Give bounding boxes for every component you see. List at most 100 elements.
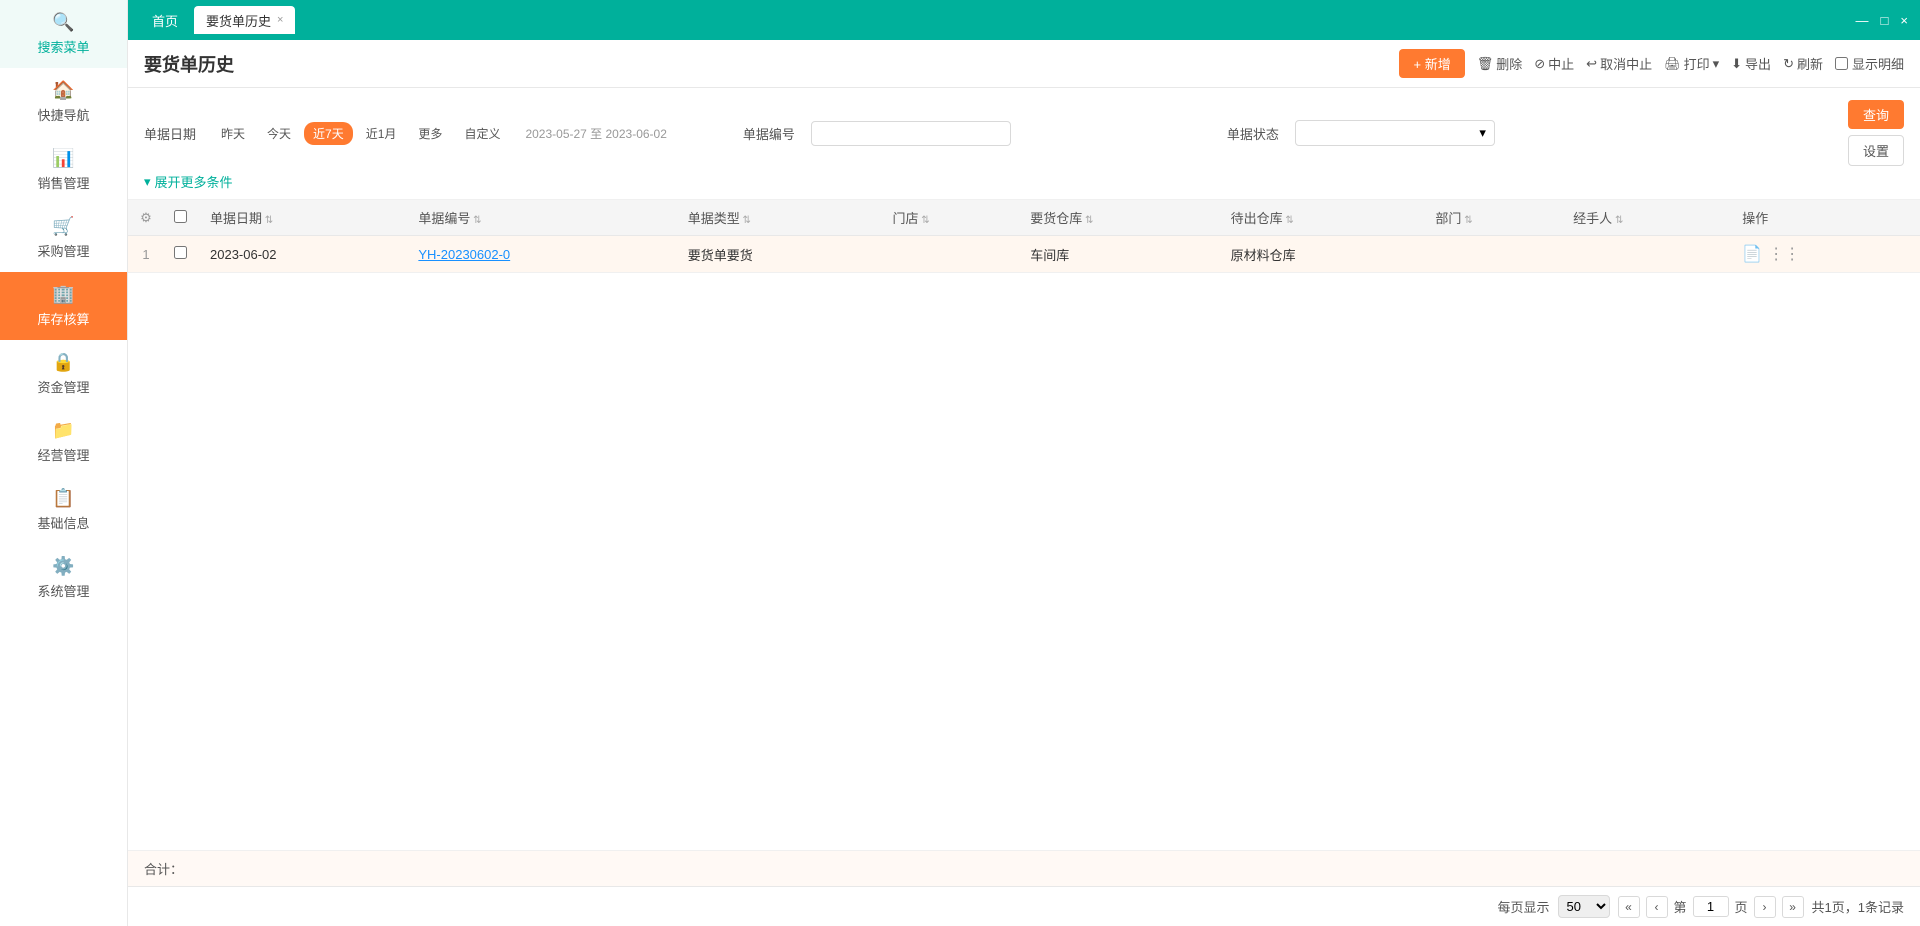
new-button[interactable]: + 新增 (1399, 49, 1464, 78)
per-page-label: 每页显示 (1497, 897, 1549, 916)
tab-home[interactable]: 首页 (140, 6, 190, 34)
sidebar-item-label: 系统管理 (37, 581, 89, 600)
th-department[interactable]: 部门 (1425, 200, 1563, 236)
row-pending-warehouse: 原材料仓库 (1221, 236, 1426, 273)
cancel-stop-button[interactable]: ↩ 取消中止 (1586, 54, 1652, 73)
page-header: 要货单历史 + 新增 🗑 删除 ⊘ 中止 ↩ 取消中止 🖨 打印 (128, 40, 1920, 88)
pagination: 每页显示 50 20 100 200 « ‹ 第 页 › » 共1页，1条记录 (128, 886, 1920, 926)
th-pending-warehouse[interactable]: 待出仓库 (1221, 200, 1426, 236)
sidebar-item-search-menu[interactable]: 🔍 搜索菜单 (0, 0, 127, 68)
stop-button[interactable]: ⊘ 中止 (1534, 54, 1574, 73)
show-detail-checkbox[interactable] (1835, 57, 1848, 70)
print-button[interactable]: 🖨 打印 ▾ (1664, 54, 1719, 73)
export-icon: ⬇ (1731, 56, 1742, 72)
first-page-btn[interactable]: « (1618, 896, 1640, 918)
date-btn-7days[interactable]: 近7天 (304, 122, 353, 145)
date-btn-today[interactable]: 今天 (258, 122, 300, 145)
row-store (882, 236, 1020, 273)
row-edit-btn[interactable]: 📄 (1742, 244, 1762, 264)
last-page-btn[interactable]: » (1782, 896, 1804, 918)
tab-close-icon[interactable]: × (277, 14, 283, 26)
print-icon: 🖨 (1664, 56, 1681, 72)
select-all-checkbox[interactable] (174, 210, 187, 223)
delete-button[interactable]: 🗑 删除 (1477, 54, 1523, 73)
expand-label: 展开更多条件 (155, 172, 233, 191)
status-select[interactable]: ▾ (1295, 120, 1495, 146)
settings-button[interactable]: 设置 (1848, 135, 1904, 166)
refresh-icon: ↻ (1783, 56, 1794, 72)
finance-icon: 🔒 (52, 352, 74, 373)
th-bill-no[interactable]: 单据编号 (408, 200, 677, 236)
footer-label: 合计： (144, 859, 183, 878)
sidebar-item-operations[interactable]: 📁 经营管理 (0, 408, 127, 476)
row-bill-type: 要货单要货 (678, 236, 883, 273)
table-header-row: ⚙ 单据日期 单据编号 单据类型 门店 要货仓库 待出仓库 部门 经手人 操作 (128, 200, 1920, 236)
filter-row-1: 单据日期 昨天 今天 近7天 近1月 更多 自定义 2023-05-27 至 2… (144, 100, 1904, 166)
show-detail-checkbox-wrap: 显示明细 (1835, 54, 1904, 73)
window-close-btn[interactable]: × (1900, 13, 1908, 28)
bill-no-link[interactable]: YH-20230602-0 (418, 247, 510, 262)
date-btn-yesterday[interactable]: 昨天 (212, 122, 254, 145)
window-maximize-btn[interactable]: □ (1881, 13, 1889, 28)
prev-page-btn[interactable]: ‹ (1646, 896, 1668, 918)
date-btn-custom[interactable]: 自定义 (455, 122, 509, 145)
expand-icon: ▾ (144, 174, 151, 190)
sidebar-item-finance[interactable]: 🔒 资金管理 (0, 340, 127, 408)
per-page-select[interactable]: 50 20 100 200 (1558, 895, 1610, 918)
th-date[interactable]: 单据日期 (200, 200, 408, 236)
window-minimize-btn[interactable]: — (1856, 13, 1869, 28)
th-req-warehouse[interactable]: 要货仓库 (1020, 200, 1220, 236)
bill-no-input[interactable] (811, 121, 1011, 146)
date-range-display: 2023-05-27 至 2023-06-02 (525, 125, 666, 142)
page-suffix: 页 (1735, 897, 1748, 916)
sidebar-item-label: 采购管理 (37, 241, 89, 260)
filter-area: 单据日期 昨天 今天 近7天 近1月 更多 自定义 2023-05-27 至 2… (128, 88, 1920, 200)
th-store[interactable]: 门店 (882, 200, 1020, 236)
topbar-right: — □ × (1856, 13, 1908, 28)
th-bill-type[interactable]: 单据类型 (678, 200, 883, 236)
sidebar-item-label: 快捷导航 (37, 105, 89, 124)
page-jump-prefix: 第 (1674, 897, 1687, 916)
sidebar: 🔍 搜索菜单 🏠 快捷导航 📊 销售管理 🛒 采购管理 🏢 库存核算 🔒 资金管… (0, 0, 128, 926)
tab-active[interactable]: 要货单历史 × (194, 6, 295, 34)
sidebar-item-label: 库存核算 (37, 309, 89, 328)
expand-more-btn[interactable]: ▾ 展开更多条件 (144, 172, 1904, 191)
purchase-icon: 🛒 (52, 216, 74, 237)
page-title: 要货单历史 (144, 51, 1399, 77)
inventory-icon: 🏢 (52, 284, 74, 305)
operations-icon: 📁 (52, 420, 74, 441)
sidebar-item-inventory[interactable]: 🏢 库存核算 (0, 272, 127, 340)
sidebar-item-purchase[interactable]: 🛒 采购管理 (0, 204, 127, 272)
row-actions-cell: 📄 ⋮⋮ (1732, 236, 1920, 273)
th-handler[interactable]: 经手人 (1563, 200, 1732, 236)
sidebar-item-quick-nav[interactable]: 🏠 快捷导航 (0, 68, 127, 136)
next-page-btn[interactable]: › (1754, 896, 1776, 918)
tab-home-label: 首页 (152, 11, 178, 30)
refresh-button[interactable]: ↻ 刷新 (1783, 54, 1823, 73)
bill-no-label: 单据编号 (743, 124, 795, 143)
date-btn-1month[interactable]: 近1月 (357, 122, 406, 145)
row-more-btn[interactable]: ⋮⋮ (1768, 244, 1800, 264)
query-button[interactable]: 查询 (1848, 100, 1904, 129)
row-handler (1563, 236, 1732, 273)
search-menu-icon: 🔍 (52, 12, 74, 33)
sidebar-item-sales[interactable]: 📊 销售管理 (0, 136, 127, 204)
basic-info-icon: 📋 (52, 488, 74, 509)
row-date: 2023-06-02 (200, 236, 408, 273)
page-actions: + 新增 🗑 删除 ⊘ 中止 ↩ 取消中止 🖨 打印 ▾ (1399, 49, 1904, 78)
th-gear[interactable]: ⚙ (128, 200, 164, 236)
th-actions: 操作 (1732, 200, 1920, 236)
table-row: 1 2023-06-02 YH-20230602-0 要货单要货 车间库 原材料… (128, 236, 1920, 273)
sidebar-item-system[interactable]: ⚙️ 系统管理 (0, 544, 127, 612)
page-input[interactable] (1693, 896, 1729, 917)
status-select-arrow: ▾ (1479, 125, 1486, 141)
sidebar-item-basic-info[interactable]: 📋 基础信息 (0, 476, 127, 544)
sales-icon: 📊 (52, 148, 74, 169)
cancel-stop-icon: ↩ (1586, 56, 1597, 72)
date-btn-more[interactable]: 更多 (409, 122, 451, 145)
date-filter-label: 单据日期 (144, 124, 196, 143)
export-button[interactable]: ⬇ 导出 (1731, 54, 1771, 73)
row-checkbox[interactable] (174, 246, 187, 259)
sidebar-item-label: 基础信息 (37, 513, 89, 532)
row-bill-no: YH-20230602-0 (408, 236, 677, 273)
